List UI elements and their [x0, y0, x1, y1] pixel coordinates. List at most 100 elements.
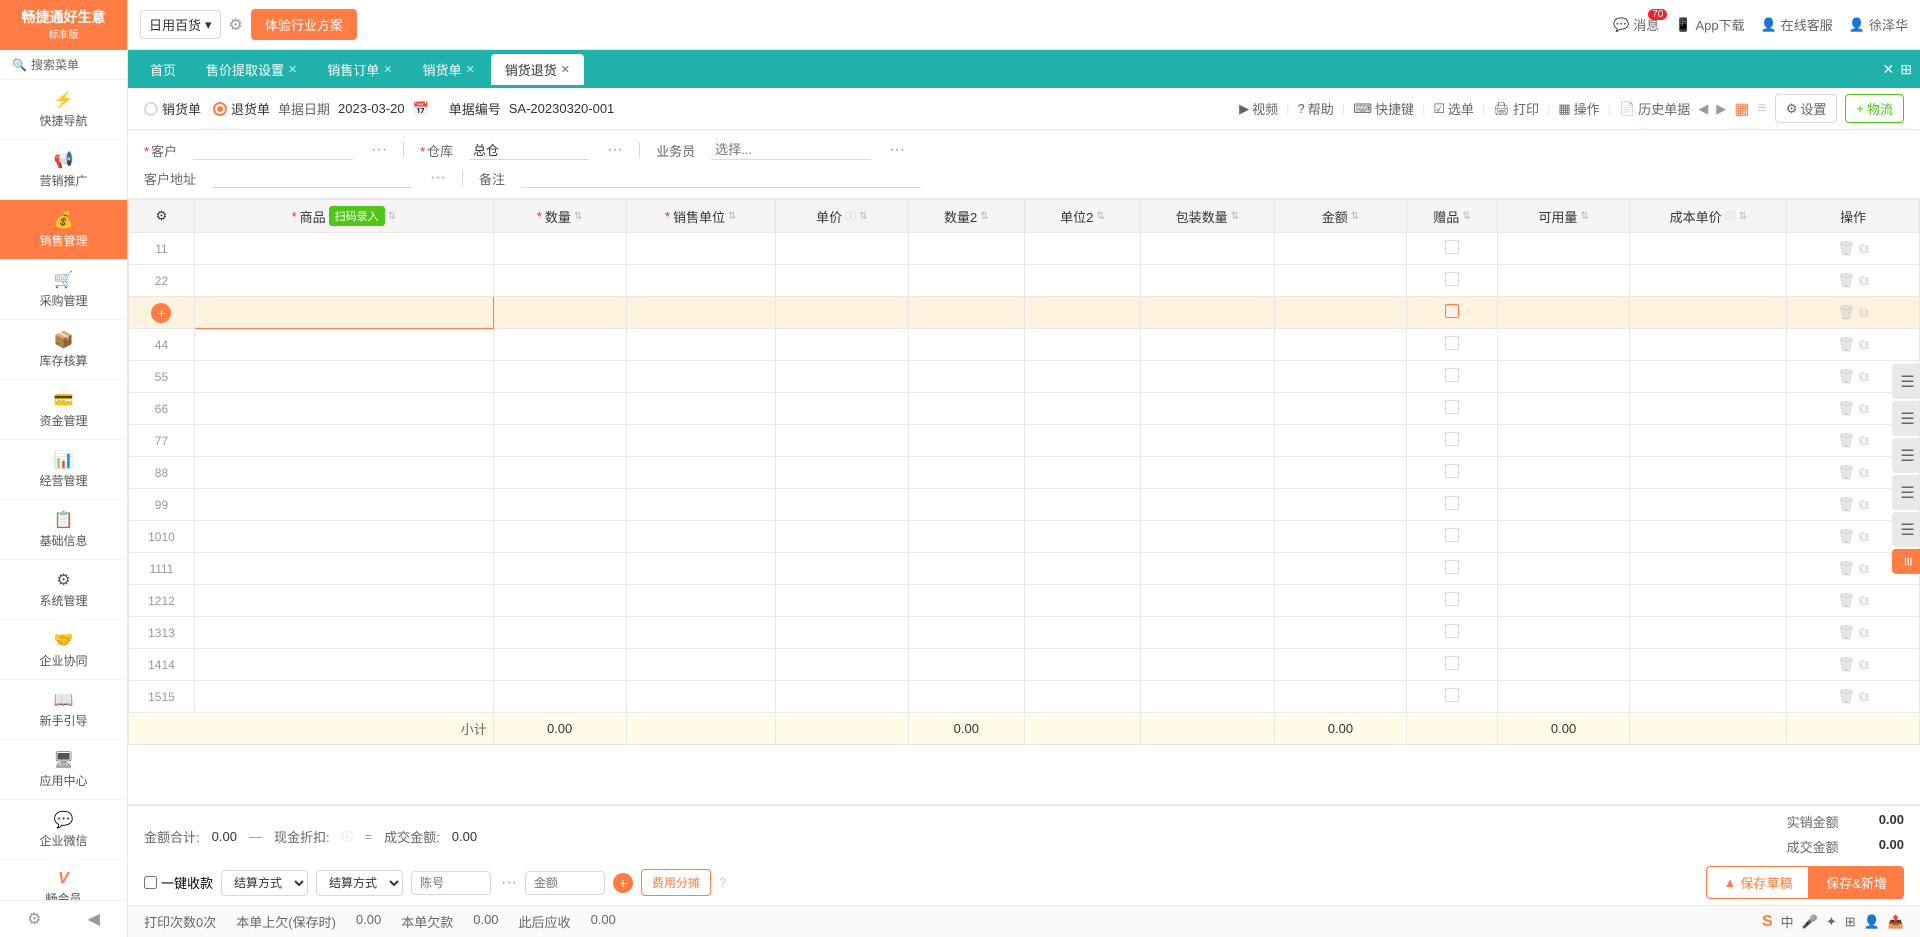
tab-close-icon[interactable]: ✕ [561, 63, 570, 76]
delete-row-icon[interactable]: 🗑 [1837, 560, 1855, 576]
unit2-cell[interactable] [1024, 233, 1140, 265]
sale-unit-cell[interactable] [626, 553, 775, 585]
unit2-cell[interactable] [1024, 617, 1140, 649]
product-cell[interactable] [194, 681, 493, 713]
qty2-cell[interactable] [908, 265, 1024, 297]
product-cell[interactable] [194, 233, 493, 265]
qty-cell[interactable] [493, 393, 626, 425]
delete-row-icon[interactable]: 🗑 [1837, 368, 1855, 384]
cost-price-cell[interactable] [1630, 489, 1787, 521]
cost-price-cell[interactable] [1630, 265, 1787, 297]
qty-cell[interactable] [493, 585, 626, 617]
unit2-cell[interactable] [1024, 489, 1140, 521]
sidebar-item-system[interactable]: ⚙ 系统管理 [0, 560, 127, 620]
qty-cell[interactable] [493, 521, 626, 553]
tab-close-icon[interactable]: ✕ [288, 63, 297, 76]
qty-cell[interactable] [493, 361, 626, 393]
account-input[interactable] [411, 871, 491, 895]
unit2-cell[interactable] [1024, 585, 1140, 617]
gift-checkbox[interactable] [1445, 432, 1459, 446]
sale-unit-cell[interactable] [626, 361, 775, 393]
available-cell[interactable] [1497, 521, 1630, 553]
gift-checkbox[interactable] [1445, 656, 1459, 670]
remark-input[interactable] [521, 168, 921, 188]
copy-row-icon[interactable]: ⧉ [1859, 272, 1869, 288]
product-cell[interactable] [194, 361, 493, 393]
qty-cell[interactable] [493, 553, 626, 585]
cost-price-cell[interactable] [1630, 457, 1787, 489]
qty2-cell[interactable] [908, 585, 1024, 617]
customer-dots[interactable]: ··· [371, 141, 387, 159]
copy-row-icon[interactable]: ⧉ [1859, 528, 1869, 544]
quick-btn-3[interactable]: ☰ [1892, 437, 1920, 472]
gear-settings-icon[interactable]: ⚙ [229, 15, 243, 35]
available-cell[interactable] [1497, 393, 1630, 425]
unit-price-cell[interactable] [775, 617, 908, 649]
unit-price-cell[interactable] [775, 681, 908, 713]
gift-cell[interactable] [1407, 297, 1497, 329]
sale-unit-cell[interactable] [626, 265, 775, 297]
col-unit2-sort[interactable]: ⇅ [1096, 211, 1104, 222]
delete-row-icon[interactable]: 🗑 [1837, 528, 1855, 544]
col-unit-sort[interactable]: ⇅ [728, 211, 736, 222]
available-cell[interactable] [1497, 553, 1630, 585]
gift-checkbox[interactable] [1445, 528, 1459, 542]
qty2-cell[interactable] [908, 361, 1024, 393]
delete-row-icon[interactable]: 🗑 [1837, 400, 1855, 416]
available-cell[interactable] [1497, 681, 1630, 713]
quick-btn-5[interactable]: ☰ [1892, 511, 1920, 546]
sale-unit-cell[interactable] [626, 489, 775, 521]
delete-row-icon[interactable]: 🗑 [1837, 688, 1855, 704]
add-row-btn[interactable]: + [151, 303, 171, 323]
sale-unit-cell[interactable] [626, 617, 775, 649]
tab-sales-order[interactable]: 销售订单 ✕ [313, 54, 406, 85]
delete-row-icon[interactable]: 🗑 [1837, 592, 1855, 608]
qty-cell[interactable] [493, 489, 626, 521]
unit-price-cell[interactable] [775, 457, 908, 489]
product-cell[interactable] [194, 329, 493, 361]
cost-price-cell[interactable] [1630, 425, 1787, 457]
gift-cell[interactable] [1407, 425, 1497, 457]
pkg-qty-cell[interactable] [1141, 361, 1274, 393]
sidebar-item-wechat[interactable]: 💬 企业微信 [0, 800, 127, 860]
cost-price-cell[interactable] [1630, 361, 1787, 393]
available-cell[interactable] [1497, 297, 1630, 329]
fee-split-btn[interactable]: 费用分摊 [641, 869, 711, 896]
customer-input[interactable] [193, 140, 353, 160]
unit-price-cell[interactable] [775, 649, 908, 681]
table-gear-icon[interactable]: ⚙ [156, 208, 168, 223]
gift-checkbox[interactable] [1445, 336, 1459, 350]
cost-price-cell[interactable] [1630, 617, 1787, 649]
sidebar-item-apps[interactable]: 🖥 应用中心 [0, 740, 127, 800]
qty-cell[interactable] [493, 425, 626, 457]
product-cell[interactable] [194, 393, 493, 425]
sidebar-item-member[interactable]: V 畅会员 [0, 860, 127, 900]
quick-btn-orange[interactable]: ≡ [1892, 548, 1920, 573]
gift-cell[interactable] [1407, 617, 1497, 649]
pkg-qty-cell[interactable] [1141, 233, 1274, 265]
unit2-cell[interactable] [1024, 521, 1140, 553]
amount-cell[interactable] [1274, 265, 1407, 297]
settings-footer-icon[interactable]: ⚙ [27, 909, 41, 929]
pkg-qty-cell[interactable] [1141, 425, 1274, 457]
add-payment-btn[interactable]: + [613, 873, 633, 893]
amount-cell[interactable] [1274, 297, 1407, 329]
unit-price-cell[interactable] [775, 329, 908, 361]
expand-icon[interactable]: ⊞ [1900, 61, 1912, 78]
col-qty2-sort[interactable]: ⇅ [980, 211, 988, 222]
cost-price-cell[interactable] [1630, 329, 1787, 361]
gift-checkbox[interactable] [1445, 496, 1459, 510]
sidebar-search[interactable]: 🔍 搜索菜单 [0, 50, 127, 80]
qty2-cell[interactable] [908, 425, 1024, 457]
gift-cell[interactable] [1407, 553, 1497, 585]
product-cell[interactable] [194, 489, 493, 521]
unit2-cell[interactable] [1024, 297, 1140, 329]
unit-price-cell[interactable] [775, 361, 908, 393]
copy-row-icon[interactable]: ⧉ [1859, 336, 1869, 352]
qty-cell[interactable] [493, 457, 626, 489]
collapse-footer-icon[interactable]: ◀ [88, 909, 100, 929]
pkg-qty-cell[interactable] [1141, 329, 1274, 361]
prev-record-icon[interactable]: ◀ [1698, 101, 1708, 117]
qty-cell[interactable] [493, 265, 626, 297]
product-cell[interactable] [194, 617, 493, 649]
